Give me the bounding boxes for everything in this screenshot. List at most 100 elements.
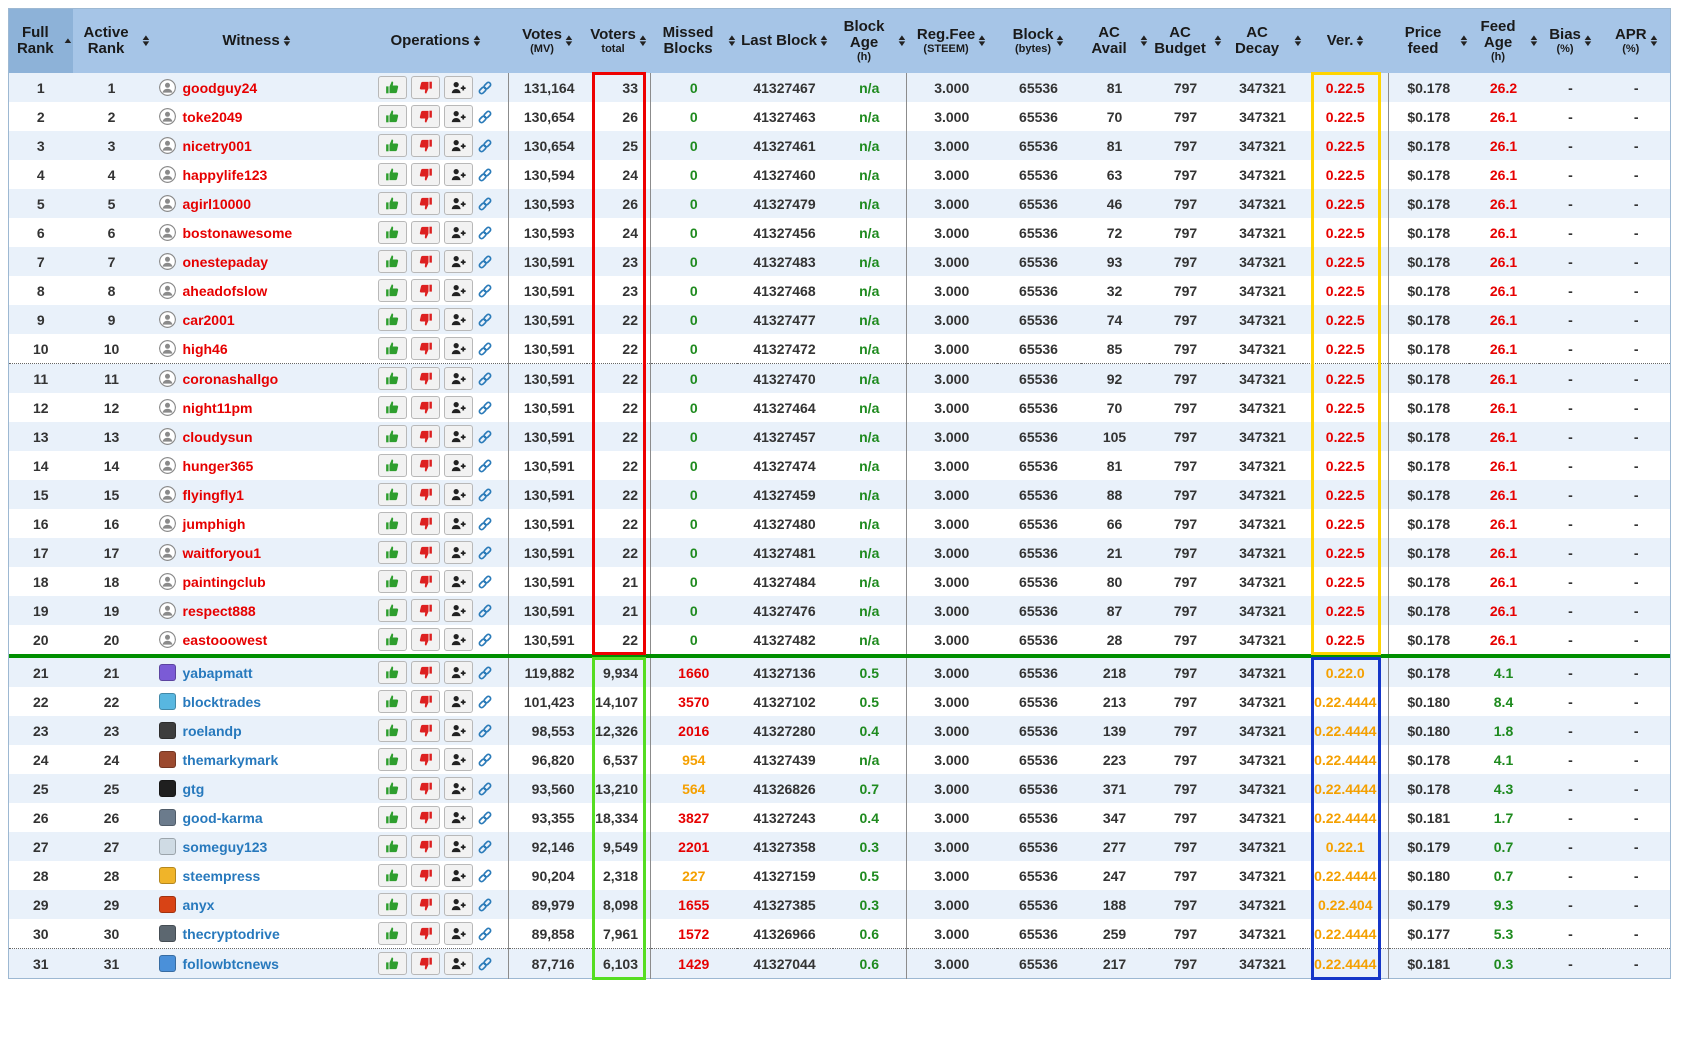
witness-link[interactable]: nicetry001 <box>183 138 252 154</box>
witness-link[interactable]: roelandp <box>183 723 242 739</box>
col-header-last_block[interactable]: Last Block ▲ ▼ <box>736 8 833 73</box>
vote-up-button[interactable] <box>377 192 407 215</box>
witness-link[interactable]: onestepaday <box>183 254 269 270</box>
set-proxy-button[interactable] <box>443 279 473 302</box>
witness-url-link[interactable] <box>477 400 493 416</box>
set-proxy-button[interactable] <box>443 250 473 273</box>
witness-link[interactable]: followbtcnews <box>183 956 279 972</box>
witness-url-link[interactable] <box>477 429 493 445</box>
set-proxy-button[interactable] <box>443 367 473 390</box>
set-proxy-button[interactable] <box>443 541 473 564</box>
vote-up-button[interactable] <box>377 308 407 331</box>
vote-down-button[interactable] <box>410 192 440 215</box>
vote-up-button[interactable] <box>377 454 407 477</box>
witness-link[interactable]: jumphigh <box>183 516 246 532</box>
vote-down-button[interactable] <box>410 661 440 684</box>
vote-up-button[interactable] <box>377 367 407 390</box>
vote-up-button[interactable] <box>377 105 407 128</box>
set-proxy-button[interactable] <box>443 661 473 684</box>
col-header-apr[interactable]: APR (%) ▲ ▼ <box>1602 8 1671 73</box>
vote-up-button[interactable] <box>377 483 407 506</box>
set-proxy-button[interactable] <box>443 777 473 800</box>
witness-link[interactable]: anyx <box>183 897 215 913</box>
witness-link[interactable]: night11pm <box>183 400 253 416</box>
witness-url-link[interactable] <box>477 632 493 648</box>
vote-up-button[interactable] <box>377 690 407 713</box>
witness-url-link[interactable] <box>477 781 493 797</box>
vote-down-button[interactable] <box>410 777 440 800</box>
witness-link[interactable]: waitforyou1 <box>183 545 262 561</box>
vote-down-button[interactable] <box>410 337 440 360</box>
vote-up-button[interactable] <box>377 806 407 829</box>
witness-link[interactable]: paintingclub <box>183 574 266 590</box>
set-proxy-button[interactable] <box>443 105 473 128</box>
witness-link[interactable]: car2001 <box>183 312 235 328</box>
witness-url-link[interactable] <box>477 810 493 826</box>
vote-up-button[interactable] <box>377 952 407 975</box>
col-header-block_age[interactable]: Block Age (h) ▲ ▼ <box>832 8 907 73</box>
witness-link[interactable]: cloudysun <box>183 429 253 445</box>
vote-down-button[interactable] <box>410 425 440 448</box>
witness-link[interactable]: bostonawesome <box>183 225 293 241</box>
col-header-voters[interactable]: Voters total ▲ ▼ <box>586 8 651 73</box>
witness-url-link[interactable] <box>477 752 493 768</box>
vote-down-button[interactable] <box>410 952 440 975</box>
set-proxy-button[interactable] <box>443 922 473 945</box>
vote-up-button[interactable] <box>377 570 407 593</box>
col-header-votes[interactable]: Votes (MV) ▲ ▼ <box>508 8 587 73</box>
col-header-feed_age[interactable]: Feed Age (h) ▲ ▼ <box>1468 8 1539 73</box>
vote-down-button[interactable] <box>410 454 440 477</box>
witness-url-link[interactable] <box>477 225 493 241</box>
col-header-price_feed[interactable]: Price feed ▲ ▼ <box>1388 8 1469 73</box>
witness-url-link[interactable] <box>477 545 493 561</box>
vote-up-button[interactable] <box>377 221 407 244</box>
vote-down-button[interactable] <box>410 308 440 331</box>
col-header-ver[interactable]: Ver. ▲ ▼ <box>1302 8 1389 73</box>
witness-url-link[interactable] <box>477 167 493 183</box>
witness-link[interactable]: yabapmatt <box>183 665 253 681</box>
witness-link[interactable]: respect888 <box>183 603 256 619</box>
vote-down-button[interactable] <box>410 599 440 622</box>
vote-down-button[interactable] <box>410 748 440 771</box>
witness-url-link[interactable] <box>477 341 493 357</box>
vote-up-button[interactable] <box>377 628 407 651</box>
vote-up-button[interactable] <box>377 893 407 916</box>
set-proxy-button[interactable] <box>443 599 473 622</box>
set-proxy-button[interactable] <box>443 719 473 742</box>
set-proxy-button[interactable] <box>443 952 473 975</box>
vote-down-button[interactable] <box>410 570 440 593</box>
witness-url-link[interactable] <box>477 694 493 710</box>
set-proxy-button[interactable] <box>443 221 473 244</box>
vote-up-button[interactable] <box>377 777 407 800</box>
set-proxy-button[interactable] <box>443 835 473 858</box>
witness-link[interactable]: aheadofslow <box>183 283 268 299</box>
vote-down-button[interactable] <box>410 134 440 157</box>
set-proxy-button[interactable] <box>443 163 473 186</box>
vote-up-button[interactable] <box>377 541 407 564</box>
vote-down-button[interactable] <box>410 105 440 128</box>
vote-up-button[interactable] <box>377 661 407 684</box>
col-header-ac_avail[interactable]: AC Avail ▲ ▼ <box>1080 8 1149 73</box>
vote-up-button[interactable] <box>377 748 407 771</box>
set-proxy-button[interactable] <box>443 893 473 916</box>
witness-url-link[interactable] <box>477 283 493 299</box>
witness-url-link[interactable] <box>477 868 493 884</box>
set-proxy-button[interactable] <box>443 864 473 887</box>
col-header-full_rank[interactable]: Full Rank ▲ <box>8 8 73 73</box>
col-header-ac_decay[interactable]: AC Decay ▲ ▼ <box>1222 8 1303 73</box>
witness-url-link[interactable] <box>477 80 493 96</box>
witness-url-link[interactable] <box>477 603 493 619</box>
vote-up-button[interactable] <box>377 864 407 887</box>
col-header-witness[interactable]: Witness ▲ ▼ <box>150 8 363 73</box>
witness-url-link[interactable] <box>477 458 493 474</box>
set-proxy-button[interactable] <box>443 483 473 506</box>
set-proxy-button[interactable] <box>443 396 473 419</box>
witness-link[interactable]: thecryptodrive <box>183 926 280 942</box>
witness-link[interactable]: good-karma <box>183 810 263 826</box>
witness-url-link[interactable] <box>477 723 493 739</box>
set-proxy-button[interactable] <box>443 806 473 829</box>
witness-url-link[interactable] <box>477 897 493 913</box>
col-header-missed[interactable]: Missed Blocks ▲ ▼ <box>650 8 737 73</box>
vote-up-button[interactable] <box>377 922 407 945</box>
witness-url-link[interactable] <box>477 254 493 270</box>
